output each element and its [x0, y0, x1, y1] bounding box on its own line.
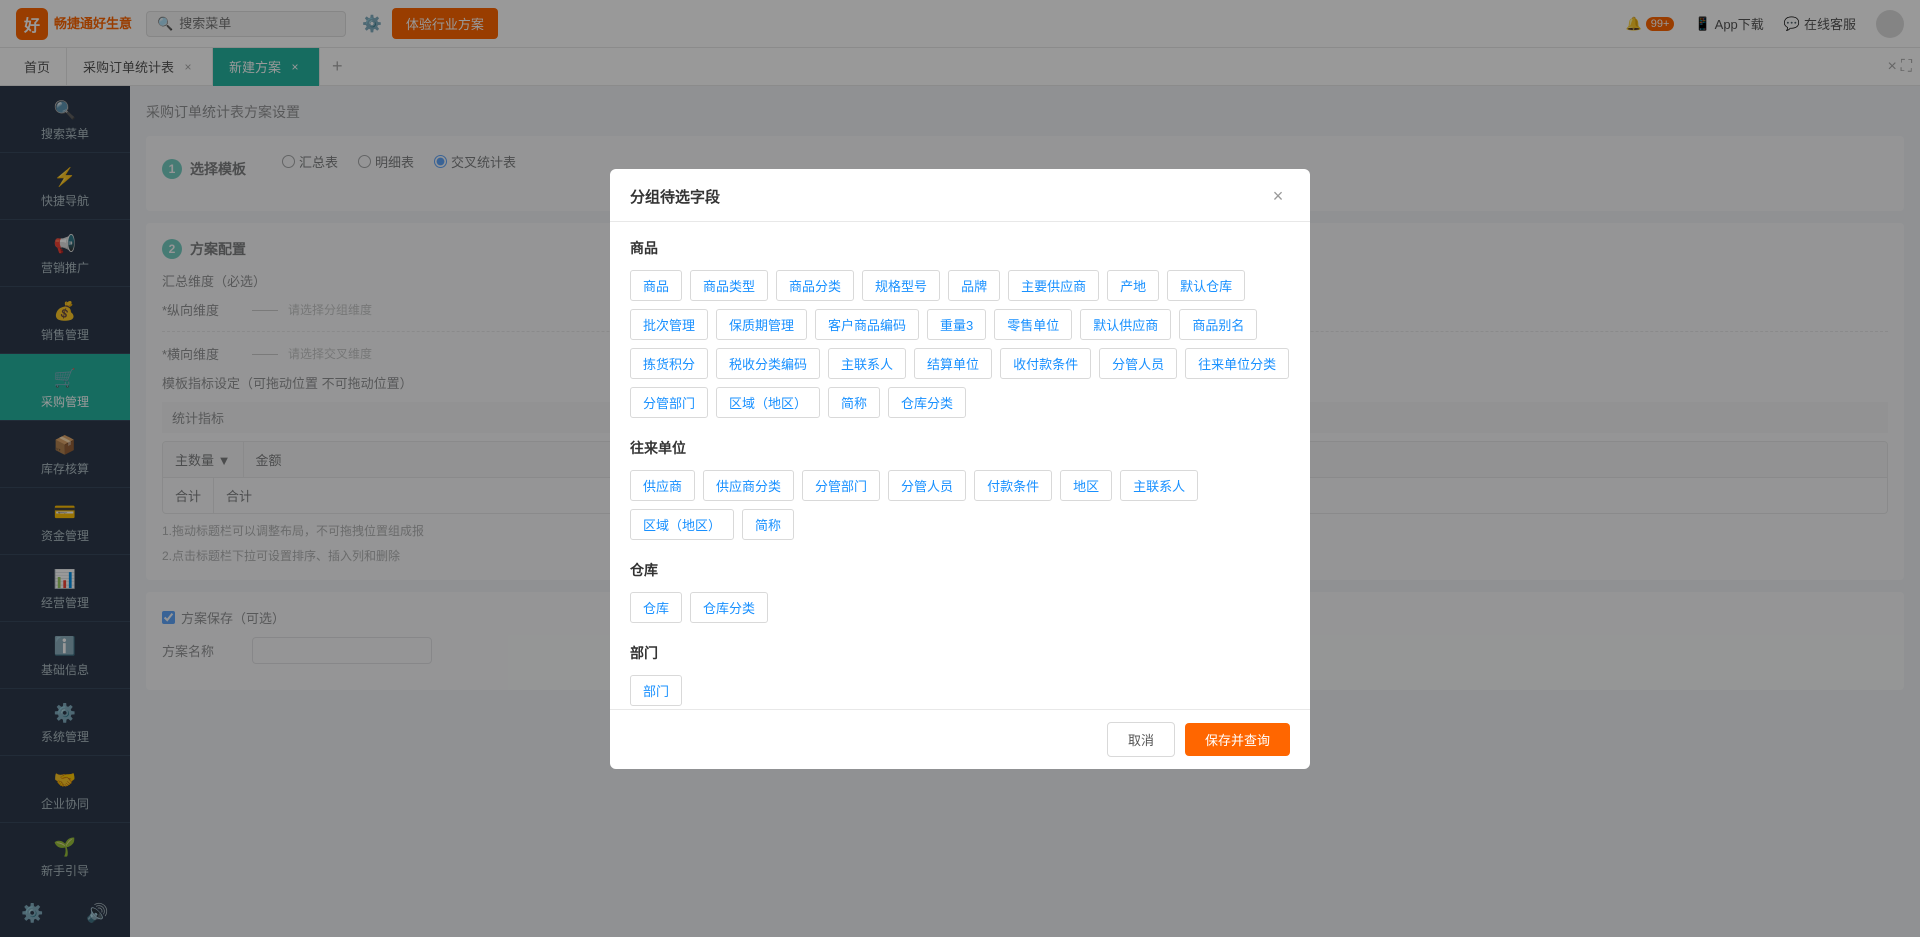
field-tag[interactable]: 默认供应商: [1080, 309, 1171, 340]
field-tag[interactable]: 分管部门: [630, 387, 708, 418]
field-tag[interactable]: 品牌: [948, 270, 1000, 301]
field-tag[interactable]: 规格型号: [862, 270, 940, 301]
modal-footer: 取消 保存并查询: [610, 709, 1310, 769]
modal-dialog: 分组待选字段 × 商品 商品 商品类型 商品分类 规格型号 品牌 主要供应商 产…: [610, 169, 1310, 769]
field-tag[interactable]: 商品类型: [690, 270, 768, 301]
field-tag[interactable]: 简称: [828, 387, 880, 418]
section-warehouse-title: 仓库: [630, 560, 1290, 580]
field-tag[interactable]: 往来单位分类: [1185, 348, 1289, 379]
section-product: 商品 商品 商品类型 商品分类 规格型号 品牌 主要供应商 产地 默认仓库 批次…: [630, 238, 1290, 418]
field-tag[interactable]: 区域（地区）: [630, 509, 734, 540]
cancel-button[interactable]: 取消: [1107, 722, 1175, 757]
field-tag[interactable]: 拣货积分: [630, 348, 708, 379]
field-tag[interactable]: 仓库分类: [888, 387, 966, 418]
section-partner-fields: 供应商 供应商分类 分管部门 分管人员 付款条件 地区 主联系人 区域（地区） …: [630, 470, 1290, 540]
field-tag[interactable]: 付款条件: [974, 470, 1052, 501]
field-tag[interactable]: 地区: [1060, 470, 1112, 501]
field-tag[interactable]: 重量3: [927, 309, 986, 340]
field-tag[interactable]: 分管人员: [1099, 348, 1177, 379]
field-tag[interactable]: 结算单位: [914, 348, 992, 379]
field-tag[interactable]: 仓库分类: [690, 592, 768, 623]
field-tag[interactable]: 商品: [630, 270, 682, 301]
field-tag[interactable]: 主要供应商: [1008, 270, 1099, 301]
field-tag[interactable]: 默认仓库: [1167, 270, 1245, 301]
section-product-fields: 商品 商品类型 商品分类 规格型号 品牌 主要供应商 产地 默认仓库 批次管理 …: [630, 270, 1290, 418]
section-product-title: 商品: [630, 238, 1290, 258]
field-tag[interactable]: 批次管理: [630, 309, 708, 340]
modal-title: 分组待选字段: [630, 186, 720, 207]
section-warehouse-fields: 仓库 仓库分类: [630, 592, 1290, 623]
save-query-button[interactable]: 保存并查询: [1185, 723, 1290, 756]
field-tag[interactable]: 商品分类: [776, 270, 854, 301]
field-tag[interactable]: 部门: [630, 675, 682, 706]
field-tag[interactable]: 主联系人: [1120, 470, 1198, 501]
modal-close-btn[interactable]: ×: [1266, 185, 1290, 209]
section-warehouse: 仓库 仓库 仓库分类: [630, 560, 1290, 623]
section-department: 部门 部门: [630, 643, 1290, 706]
field-tag[interactable]: 商品别名: [1179, 309, 1257, 340]
field-tag[interactable]: 简称: [742, 509, 794, 540]
modal-overlay: 分组待选字段 × 商品 商品 商品类型 商品分类 规格型号 品牌 主要供应商 产…: [0, 0, 1920, 937]
field-tag[interactable]: 税收分类编码: [716, 348, 820, 379]
field-tag[interactable]: 保质期管理: [716, 309, 807, 340]
field-tag[interactable]: 主联系人: [828, 348, 906, 379]
field-tag[interactable]: 分管部门: [802, 470, 880, 501]
section-partner: 往来单位 供应商 供应商分类 分管部门 分管人员 付款条件 地区 主联系人 区域…: [630, 438, 1290, 540]
section-department-fields: 部门: [630, 675, 1290, 706]
modal-body[interactable]: 商品 商品 商品类型 商品分类 规格型号 品牌 主要供应商 产地 默认仓库 批次…: [610, 222, 1310, 709]
field-tag[interactable]: 收付款条件: [1000, 348, 1091, 379]
field-tag[interactable]: 分管人员: [888, 470, 966, 501]
section-partner-title: 往来单位: [630, 438, 1290, 458]
section-department-title: 部门: [630, 643, 1290, 663]
modal-header: 分组待选字段 ×: [610, 169, 1310, 222]
field-tag[interactable]: 仓库: [630, 592, 682, 623]
field-tag[interactable]: 产地: [1107, 270, 1159, 301]
field-tag[interactable]: 客户商品编码: [815, 309, 919, 340]
field-tag[interactable]: 供应商分类: [703, 470, 794, 501]
field-tag[interactable]: 供应商: [630, 470, 695, 501]
field-tag[interactable]: 区域（地区）: [716, 387, 820, 418]
field-tag[interactable]: 零售单位: [994, 309, 1072, 340]
